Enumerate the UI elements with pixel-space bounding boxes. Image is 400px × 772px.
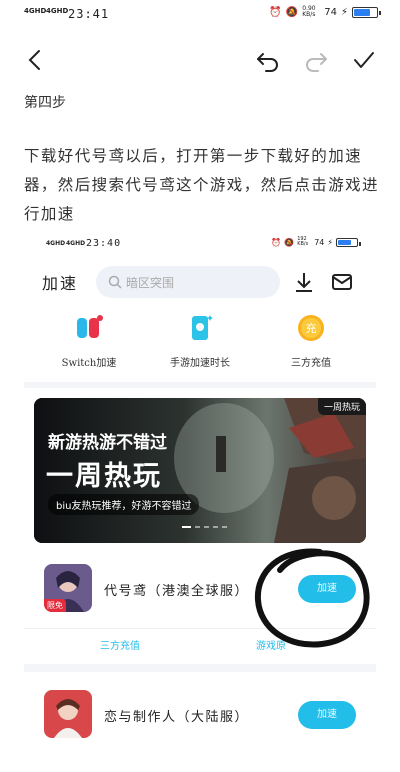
game-row[interactable]: 限免 代号鸢（港澳全球服） 加速 [24,556,376,620]
shortcut-row: Switch加速 手游加速时长 充 三方充值 [24,312,376,372]
undo-icon[interactable] [254,46,282,74]
phone-icon [192,315,213,340]
shortcut-mobile-time[interactable]: 手游加速时长 [145,312,255,369]
check-icon[interactable] [350,46,378,74]
pager-dot [182,526,191,528]
accelerate-button[interactable]: 加速 [298,701,356,729]
banner-headline: 新游热游不错过 [48,433,167,453]
search-placeholder: 暗区突围 [126,276,175,290]
download-icon[interactable] [292,270,316,294]
banner-subtitle: biu友热玩推荐，好游不容错过 [48,494,200,515]
signal-indicator-2: 4GHD [46,7,69,15]
signal-indicator-2: 4GHD [66,240,86,247]
signal-indicator: 4GHD [46,240,66,247]
shortcut-recharge[interactable]: 充 三方充值 [256,312,366,369]
note-editor-page: 4GHD 4GHD 23:41 ⏰ 🔕 0.90 KB/s 74 ⚡ 第四步 下… [0,0,400,772]
recharge-link[interactable]: 三方充值 [100,637,140,652]
shortcut-switch[interactable]: Switch加速 [34,312,144,369]
net-speed: 0.90 KB/s [302,5,316,18]
screenshot-time: 23:40 [86,238,122,249]
pager-dot [213,526,218,528]
game-thumbnail [44,690,92,738]
net-speed: 192 KB/s [297,236,309,247]
charging-icon: ⚡ [340,6,348,18]
accelerate-button[interactable]: 加速 [298,575,356,603]
pager-dot [222,526,227,528]
game-more-link[interactable]: 游戏原 [256,637,286,652]
game-thumbnail: 限免 [44,564,92,612]
status-time: 23:41 [68,7,110,21]
shortcut-label: Switch加速 [61,358,117,369]
switch-icon [77,315,103,338]
screenshot-status-icons: ⏰ 🔕 192 KB/s 74 ⚡ [271,236,361,247]
mail-icon[interactable] [330,270,354,294]
search-icon [108,275,122,289]
banner-pager [182,526,227,528]
embedded-screenshot: 4GHD 4GHD 23:40 ⏰ 🔕 192 KB/s 74 ⚡ 加速 暗区突… [24,232,376,772]
battery-percent: 74 [314,237,325,247]
promo-banner[interactable]: 一周热玩 新游热游不错过 一周热玩 biu友热玩推荐，好游不容错过 [34,398,366,543]
limited-free-badge: 限免 [44,599,66,612]
shortcut-label: 手游加速时长 [170,358,230,369]
game-row[interactable]: 恋与制作人（大陆服） 加速 [24,682,376,746]
banner-title: 一周热玩 [46,461,162,492]
battery-percent: 74 [324,6,337,18]
section-divider [24,664,376,672]
redo-icon[interactable] [302,46,330,74]
charging-icon: ⚡ [327,237,333,247]
signal-indicator: 4GHD [24,7,47,15]
svg-text:充: 充 [306,321,317,335]
search-input[interactable]: 暗区突围 [96,266,280,298]
section-divider [24,382,376,388]
game-row-links: 三方充值 游戏原 [24,628,376,658]
app-title: 加速 [42,274,79,293]
pager-dot [195,526,200,528]
back-icon[interactable] [22,46,50,74]
screenshot-status-bar: 4GHD 4GHD 23:40 ⏰ 🔕 192 KB/s 74 ⚡ [24,232,376,256]
battery-icon [352,6,381,18]
banner-tag: 一周热玩 [317,398,366,415]
game-name: 恋与制作人（大陆服） [104,710,250,725]
mute-icon: 🔕 [284,237,295,247]
alarm-icon: ⏰ [271,237,282,247]
status-icons: ⏰ 🔕 0.90 KB/s 74 ⚡ [269,5,381,18]
alarm-icon: ⏰ [269,6,282,18]
coin-icon: 充 [298,315,324,341]
game-cover-image [44,690,92,738]
note-paragraph[interactable]: 下载好代号鸢以后，打开第一步下载好的加速器，然后搜索代号鸢这个游戏，然后点击游戏… [24,142,380,229]
pager-dot [204,526,209,528]
game-name: 代号鸢（港澳全球服） [104,584,250,599]
shortcut-label: 三方充值 [291,358,331,369]
editor-toolbar [0,40,400,80]
battery-icon [336,237,361,247]
app-header: 加速 暗区突围 [24,262,376,302]
step-title: 第四步 [24,95,66,111]
status-bar: 4GHD 4GHD 23:41 ⏰ 🔕 0.90 KB/s 74 ⚡ [0,0,400,30]
mute-icon: 🔕 [285,6,299,18]
